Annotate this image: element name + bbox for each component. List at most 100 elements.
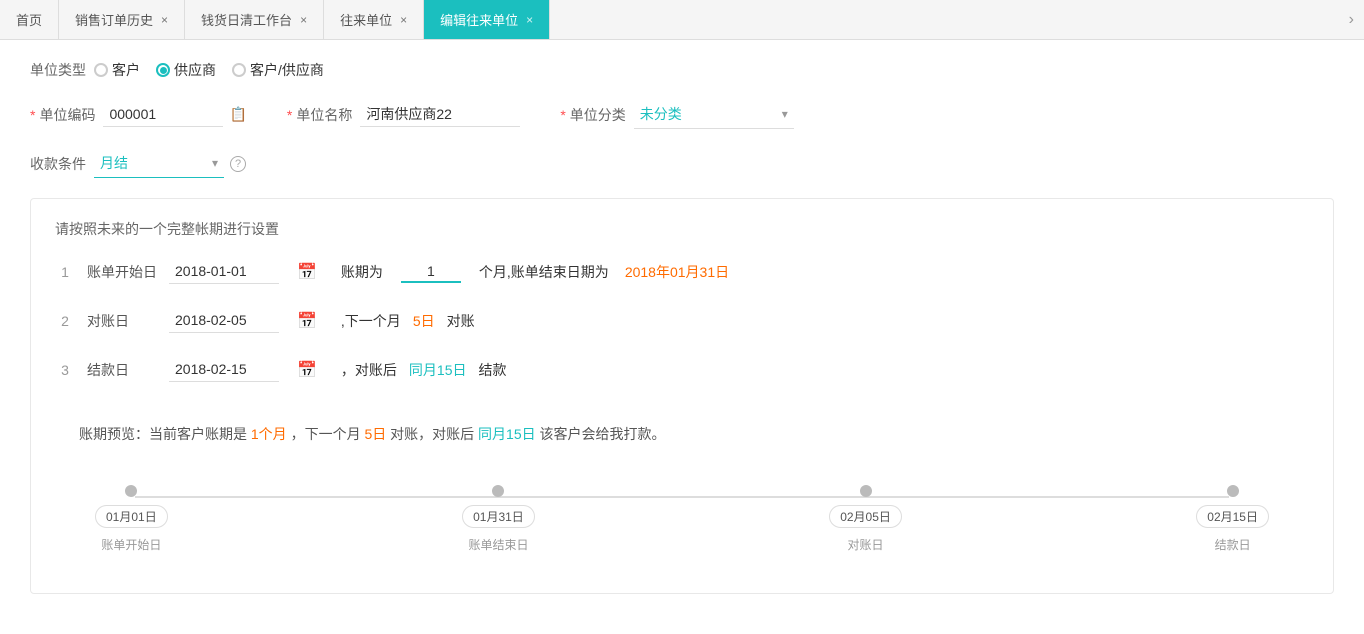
row-1-end-date: 2018年01月31日 xyxy=(625,262,729,282)
unit-name-label: 单位名称 xyxy=(296,105,352,125)
preview-suffix: 该客户会给我打款。 xyxy=(540,426,666,442)
node-3-circle xyxy=(860,485,872,497)
config-row-1: 1 账单开始日 📅 账期为 个月,账单结束日期为 2018年01月31日 xyxy=(55,259,1309,284)
tab-more-button[interactable]: › xyxy=(1339,11,1364,29)
radio-customer[interactable]: 客户 xyxy=(94,60,140,80)
row-1-suffix-before: 账期为 xyxy=(341,262,383,282)
node-2-badge: 01月31日 xyxy=(462,505,535,528)
unit-code-group: * 单位编码 📋 xyxy=(30,102,247,127)
timeline-node-2: 01月31日 账单结束日 xyxy=(462,483,535,553)
unit-category-value: 未分类 xyxy=(640,104,778,124)
node-3-badge: 02月05日 xyxy=(829,505,902,528)
payment-terms-row: 收款条件 月结 ▾ ? xyxy=(30,149,1334,178)
preview-prefix: 账期预览：当前客户账期是 xyxy=(79,426,247,442)
preview-mid1: ，下一个月 xyxy=(291,426,361,442)
row-2-date-input[interactable] xyxy=(169,308,279,333)
radio-supplier[interactable]: 供应商 xyxy=(156,60,216,80)
radio-supplier-circle xyxy=(156,63,170,77)
radio-both-label: 客户/供应商 xyxy=(250,60,324,80)
row-2-calendar-icon[interactable]: 📅 xyxy=(297,311,317,331)
preview-section: 账期预览：当前客户账期是 1个月 ，下一个月 5日 对账，对账后 同月15日 该… xyxy=(55,406,1309,463)
tab-partner-units[interactable]: 往来单位 × xyxy=(324,0,424,39)
radio-both-circle xyxy=(232,63,246,77)
timeline-nodes: 01月01日 账单开始日 01月31日 账单结束日 02月05日 对账日 xyxy=(95,483,1269,553)
row-1-date-input[interactable] xyxy=(169,259,279,284)
unit-name-input[interactable] xyxy=(360,102,520,127)
tab-sales-history[interactable]: 销售订单历史 × xyxy=(59,0,185,39)
tab-cash-workbench[interactable]: 钱货日清工作台 × xyxy=(185,0,324,39)
section-title: 请按照未来的一个完整帐期进行设置 xyxy=(55,219,1309,239)
payment-terms-dropdown[interactable]: 月结 ▾ xyxy=(94,149,224,178)
node-2-label: 账单结束日 xyxy=(468,536,528,553)
close-edit-partner-icon[interactable]: × xyxy=(526,13,533,27)
unit-category-star: * xyxy=(560,107,565,123)
row-3-date-input[interactable] xyxy=(169,357,279,382)
row-1-period-input[interactable] xyxy=(401,261,461,283)
unit-code-label: 单位编码 xyxy=(39,105,95,125)
unit-code-star: * xyxy=(30,107,35,123)
row-3-prefix: ，对账后 xyxy=(341,360,397,380)
payment-terms-arrow-icon: ▾ xyxy=(212,156,218,170)
tab-partner-units-label: 往来单位 xyxy=(340,10,392,29)
close-cash-workbench-icon[interactable]: × xyxy=(300,13,307,27)
node-3-label: 对账日 xyxy=(848,536,884,553)
tab-cash-workbench-label: 钱货日清工作台 xyxy=(201,10,292,29)
radio-both[interactable]: 客户/供应商 xyxy=(232,60,324,80)
preview-mid2: 对账，对账后 xyxy=(390,426,474,442)
unit-category-label: 单位分类 xyxy=(570,105,626,125)
row-3-suffix: 结款 xyxy=(479,360,507,380)
node-4-circle xyxy=(1227,485,1239,497)
tab-home[interactable]: 首页 xyxy=(0,0,59,39)
unit-type-label: 单位类型 xyxy=(30,60,86,80)
payment-terms-label: 收款条件 xyxy=(30,154,86,174)
radio-customer-circle xyxy=(94,63,108,77)
row-1-num: 1 xyxy=(55,264,75,280)
row-3-label: 结款日 xyxy=(87,360,157,380)
node-2-circle xyxy=(492,485,504,497)
row-2-label: 对账日 xyxy=(87,311,157,331)
unit-code-input[interactable] xyxy=(103,102,223,127)
config-row-3: 3 结款日 📅 ，对账后 同月15日 结款 xyxy=(55,357,1309,382)
unit-category-arrow-icon: ▾ xyxy=(782,107,788,121)
main-content: 单位类型 客户 供应商 客户/供应商 * 单位编码 📋 * 单位名称 xyxy=(0,40,1364,634)
row-3-calendar-icon[interactable]: 📅 xyxy=(297,360,317,380)
close-sales-history-icon[interactable]: × xyxy=(161,13,168,27)
tab-bar: 首页 销售订单历史 × 钱货日清工作台 × 往来单位 × 编辑往来单位 × › xyxy=(0,0,1364,40)
unit-category-dropdown[interactable]: 未分类 ▾ xyxy=(634,100,794,129)
row-1-suffix-middle: 个月,账单结束日期为 xyxy=(479,262,609,282)
node-1-badge: 01月01日 xyxy=(95,505,168,528)
row-2-prefix: ,下一个月 xyxy=(341,311,401,331)
unit-category-group: * 单位分类 未分类 ▾ xyxy=(560,100,793,129)
radio-customer-label: 客户 xyxy=(112,60,140,80)
unit-name-group: * 单位名称 xyxy=(287,102,520,127)
tab-sales-history-label: 销售订单历史 xyxy=(75,10,153,29)
row-3-highlight: 同月15日 xyxy=(409,360,467,380)
node-4-label: 结款日 xyxy=(1215,536,1251,553)
tab-edit-partner[interactable]: 编辑往来单位 × xyxy=(424,0,550,39)
timeline-node-3: 02月05日 对账日 xyxy=(829,483,902,553)
tab-home-label: 首页 xyxy=(16,10,42,29)
config-section: 请按照未来的一个完整帐期进行设置 1 账单开始日 📅 账期为 个月,账单结束日期… xyxy=(30,198,1334,594)
node-1-circle xyxy=(125,485,137,497)
preview-highlight-2: 5日 xyxy=(364,426,386,442)
unit-type-radio-group: 客户 供应商 客户/供应商 xyxy=(94,60,324,80)
node-1-label: 账单开始日 xyxy=(101,536,161,553)
help-icon[interactable]: ? xyxy=(230,156,246,172)
tab-edit-partner-label: 编辑往来单位 xyxy=(440,10,518,29)
preview-highlight-1: 1个月 xyxy=(251,426,287,442)
copy-icon[interactable]: 📋 xyxy=(229,106,246,123)
row-2-highlight: 5日 xyxy=(413,311,435,331)
preview-highlight-3: 同月15日 xyxy=(478,426,536,442)
row-1-label: 账单开始日 xyxy=(87,262,157,282)
config-row-2: 2 对账日 📅 ,下一个月 5日 对账 xyxy=(55,308,1309,333)
timeline-section: 01月01日 账单开始日 01月31日 账单结束日 02月05日 对账日 xyxy=(55,463,1309,573)
radio-supplier-label: 供应商 xyxy=(174,60,216,80)
unit-name-star: * xyxy=(287,107,292,123)
unit-type-row: 单位类型 客户 供应商 客户/供应商 xyxy=(30,60,1334,80)
close-partner-units-icon[interactable]: × xyxy=(400,13,407,27)
row-2-num: 2 xyxy=(55,313,75,329)
timeline-node-4: 02月15日 结款日 xyxy=(1196,483,1269,553)
row-2-suffix: 对账 xyxy=(447,311,475,331)
row-1-calendar-icon[interactable]: 📅 xyxy=(297,262,317,282)
payment-terms-value: 月结 xyxy=(100,153,208,173)
